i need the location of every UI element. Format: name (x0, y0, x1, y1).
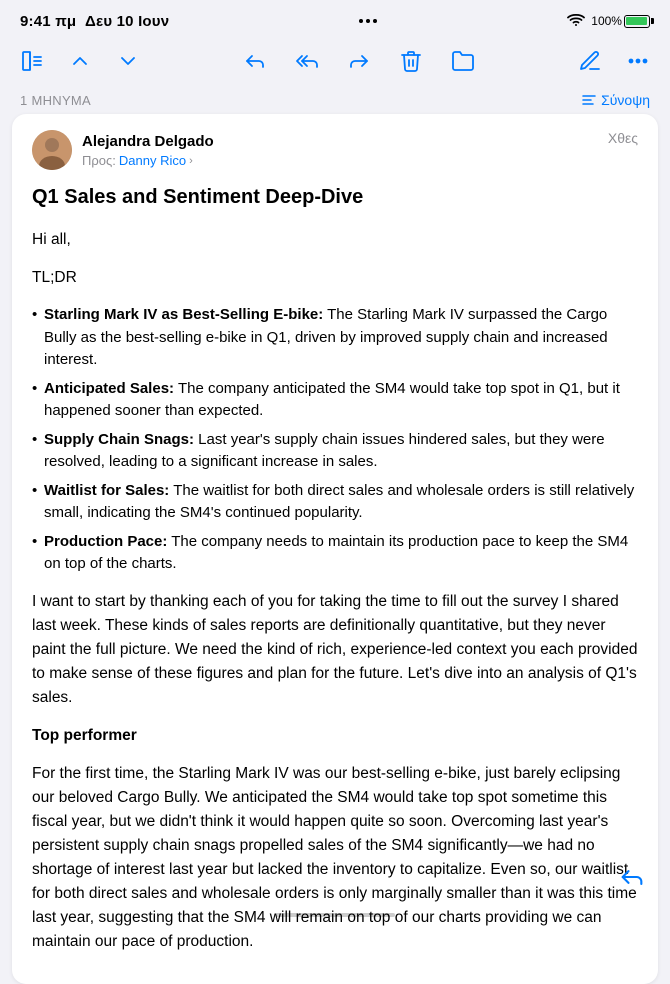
list-item: Supply Chain Snags: Last year's supply c… (32, 429, 638, 474)
delete-button[interactable] (395, 45, 427, 77)
bullet-list: Starling Mark IV as Best-Selling E-bike:… (32, 304, 638, 576)
forward-button[interactable] (343, 45, 375, 77)
home-indicator (275, 913, 395, 917)
battery-icon (624, 15, 650, 28)
messages-bar: 1 ΜΗΝΥΜΑ Σύνοψη (0, 86, 670, 114)
email-card: Alejandra Delgado Προς: Danny Rico › Χθε… (12, 114, 658, 984)
email-subject: Q1 Sales and Sentiment Deep-Dive (32, 184, 638, 210)
compose-button[interactable] (574, 45, 606, 77)
sender-info: Alejandra Delgado Προς: Danny Rico › (32, 130, 214, 170)
toolbar-center (239, 45, 479, 77)
status-bar: 9:41 πμ Δευ 10 Ιουν 100% (0, 0, 670, 36)
email-tldr: TL;DR (32, 266, 638, 290)
toolbar-right (574, 45, 654, 77)
list-item: Production Pace: The company needs to ma… (32, 531, 638, 576)
sender-details: Alejandra Delgado Προς: Danny Rico › (82, 132, 214, 169)
list-item: Waitlist for Sales: The waitlist for bot… (32, 480, 638, 525)
up-button[interactable] (64, 45, 96, 77)
bottom-reply-area (614, 859, 650, 895)
toolbar (0, 36, 670, 86)
sender-to-line[interactable]: Προς: Danny Rico › (82, 153, 214, 168)
status-time: 9:41 πμ Δευ 10 Ιουν (20, 13, 169, 30)
reply-button[interactable] (239, 45, 271, 77)
status-center-dots (359, 19, 377, 23)
sidebar-toggle-button[interactable] (16, 45, 48, 77)
move-button[interactable] (447, 45, 479, 77)
summary-button[interactable]: Σύνοψη (581, 92, 650, 108)
more-button[interactable] (622, 45, 654, 77)
wifi-icon (567, 13, 585, 29)
section-body: For the first time, the Starling Mark IV… (32, 762, 638, 954)
email-intro: I want to start by thanking each of you … (32, 590, 638, 710)
message-count: 1 ΜΗΝΥΜΑ (20, 93, 91, 108)
sender-name: Alejandra Delgado (82, 132, 214, 152)
toolbar-left (16, 45, 144, 77)
reply-all-button[interactable] (291, 45, 323, 77)
battery-indicator: 100% (591, 14, 650, 28)
section-heading: Top performer (32, 724, 638, 748)
down-button[interactable] (112, 45, 144, 77)
email-body: Q1 Sales and Sentiment Deep-Dive Hi all,… (32, 184, 638, 954)
email-header: Alejandra Delgado Προς: Danny Rico › Χθε… (32, 130, 638, 170)
email-greeting: Hi all, (32, 228, 638, 252)
list-item: Anticipated Sales: The company anticipat… (32, 378, 638, 423)
email-time: Χθες (608, 130, 638, 146)
chevron-right-icon: › (189, 155, 193, 167)
status-right: 100% (567, 13, 650, 29)
list-item: Starling Mark IV as Best-Selling E-bike:… (32, 304, 638, 372)
reply-bottom-button[interactable] (614, 859, 650, 895)
recipient-name: Danny Rico (119, 153, 186, 168)
sender-avatar (32, 130, 72, 170)
